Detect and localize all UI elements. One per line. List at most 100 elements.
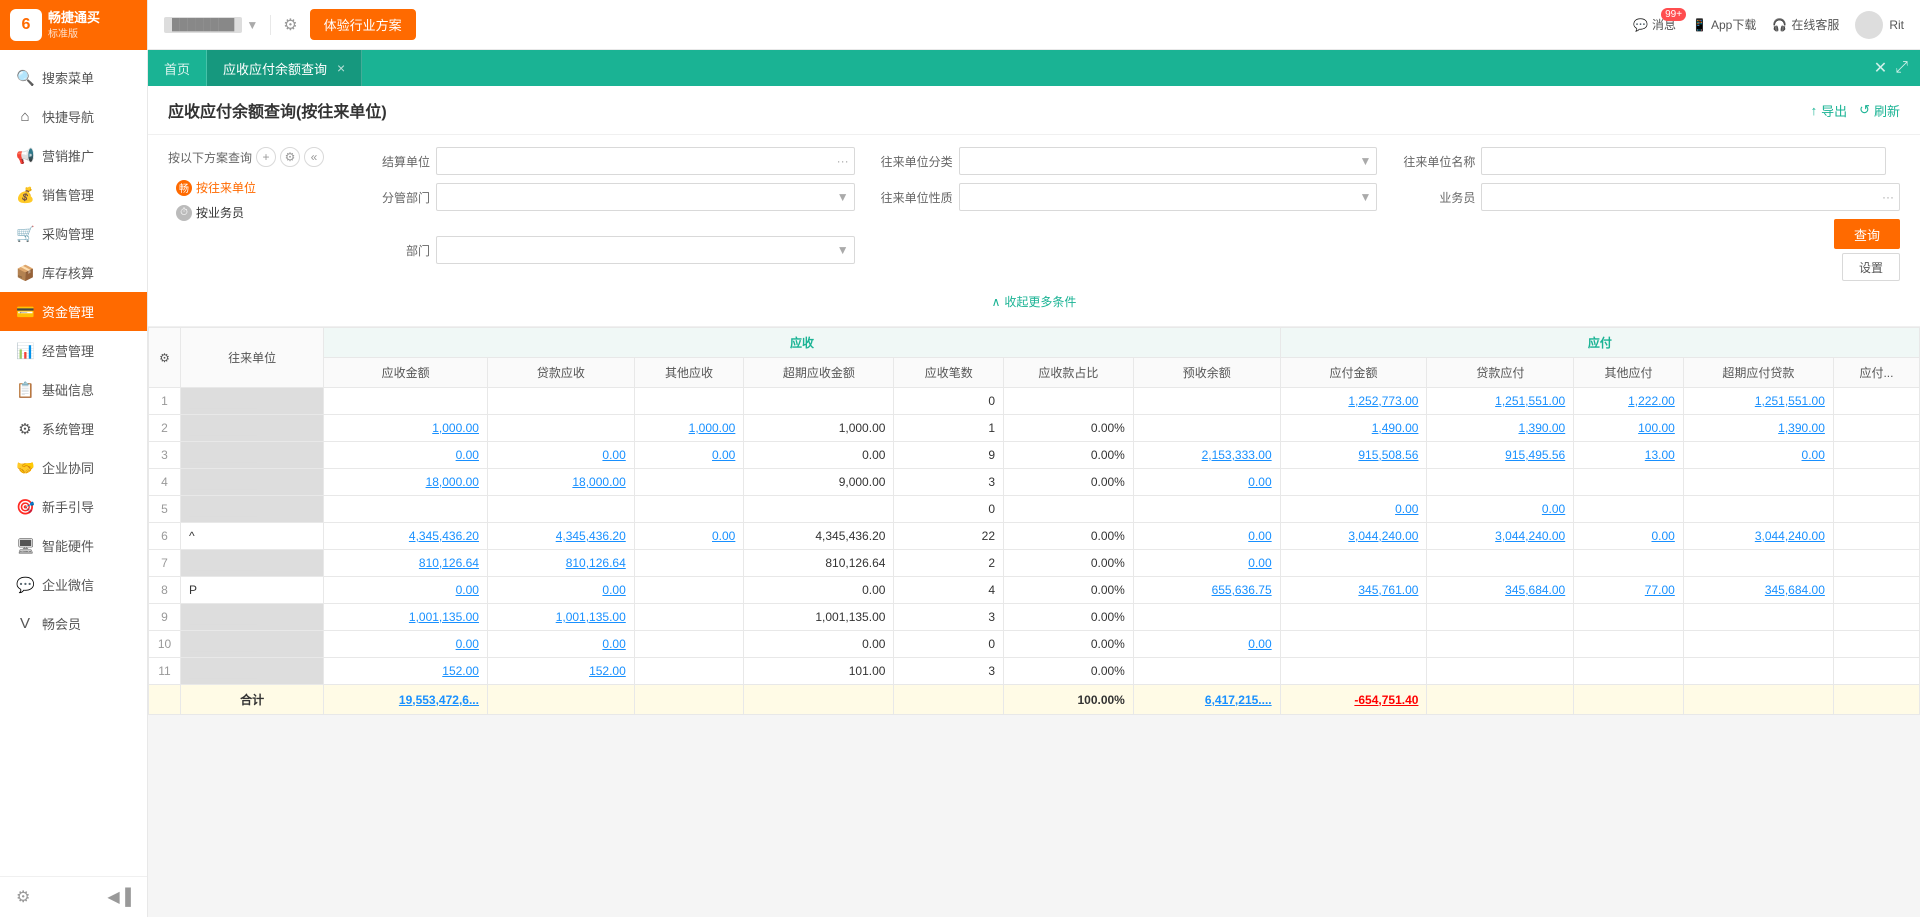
footer-ar-loan (487, 685, 634, 715)
tab-home[interactable]: 首页 (148, 50, 207, 86)
sidebar-item-collab[interactable]: 🤝 企业协同 (0, 448, 147, 487)
unit-category-arrow[interactable]: ▼ (1359, 154, 1371, 168)
footer-ar-ratio: 100.00% (1004, 685, 1134, 715)
collapse-area: ∧ 收起更多条件 (168, 289, 1900, 314)
topbar-divider (270, 15, 271, 35)
sidebar-label-member: 畅会员 (42, 614, 81, 633)
row-num-3: 3 (149, 442, 181, 469)
main-content: 应收应付余额查询(按往来单位) ↑ 导出 ↺ 刷新 按以下方案查询 (148, 86, 1920, 917)
unit-category-input[interactable] (959, 147, 1378, 175)
sidebar: 6 畅捷通买 标准版 🔍 搜索菜单 ⌂ 快捷导航 📢 营销推广 💰 销售管理 🛒… (0, 0, 148, 917)
dept-arrow[interactable]: ▼ (837, 190, 849, 204)
settlement-unit-input[interactable] (436, 147, 855, 175)
table-row: 7████████810,126.64810,126.64810,126.642… (149, 550, 1920, 577)
user-area[interactable]: Rit (1855, 11, 1904, 39)
message-button[interactable]: 💬 消息 99+ (1633, 16, 1676, 33)
filter-dept: 分管部门 ▼ (340, 183, 855, 211)
page-header: 应收应付余额查询(按往来单位) ↑ 导出 ↺ 刷新 (148, 86, 1920, 135)
sidebar-item-wechat[interactable]: 💬 企业微信 (0, 565, 147, 604)
sidebar-item-hardware[interactable]: 🖥 智能硬件 (0, 526, 147, 565)
row-num-2: 2 (149, 415, 181, 442)
window-close-icon[interactable]: ✕ (1874, 58, 1887, 78)
app-icon: 📱 (1692, 18, 1707, 32)
sidebar-item-finance[interactable]: 💳 资金管理 (0, 292, 147, 331)
page-container: 应收应付余额查询(按往来单位) ↑ 导出 ↺ 刷新 按以下方案查询 (148, 86, 1920, 715)
row-num-6: 6 (149, 523, 181, 550)
col-setting-header[interactable]: ⚙ (149, 328, 181, 388)
settings-button[interactable]: 设置 (1842, 253, 1900, 281)
sidebar-item-inventory[interactable]: 📦 库存核算 (0, 253, 147, 292)
company-selector[interactable]: ████████ ▼ (164, 17, 258, 33)
footer-ar-overdue (744, 685, 894, 715)
sidebar-item-quicknav[interactable]: ⌂ 快捷导航 (0, 97, 147, 136)
settlement-unit-dots[interactable]: ··· (837, 154, 849, 168)
service-button[interactable]: 🎧 在线客服 (1772, 16, 1839, 33)
system-icon: ⚙ (16, 420, 34, 438)
col-ar-count: 应收笔数 (894, 358, 1004, 388)
page-actions: ↑ 导出 ↺ 刷新 (1811, 101, 1900, 120)
filter-salesman: 业务员 ··· (1385, 183, 1900, 211)
sidebar-footer: ⚙ ◀▐ (0, 876, 147, 917)
scheme-label: 按以下方案查询 (168, 149, 252, 166)
salesman-dots[interactable]: ··· (1882, 190, 1894, 204)
sidebar-item-guide[interactable]: 🎯 新手引导 (0, 487, 147, 526)
company-dropdown-icon[interactable]: ▼ (246, 18, 258, 32)
tabbar-controls: ✕ ⤢ (1874, 58, 1920, 78)
salesman-input[interactable] (1481, 183, 1900, 211)
sidebar-collapse-icon[interactable]: ◀▐ (107, 887, 131, 907)
edit-scheme-btn[interactable]: ⚙ (280, 147, 300, 167)
collapse-scheme-btn[interactable]: « (304, 147, 324, 167)
guide-icon: 🎯 (16, 498, 34, 516)
salesman-label: 业务员 (1385, 189, 1475, 206)
sidebar-item-system[interactable]: ⚙ 系统管理 (0, 409, 147, 448)
row-num-4: 4 (149, 469, 181, 496)
dept-input[interactable] (436, 183, 855, 211)
scheme-by-salesman[interactable]: ⏱ 按业务员 (168, 200, 328, 225)
collapse-button[interactable]: ∧ 收起更多条件 (980, 289, 1089, 314)
dept-label: 分管部门 (340, 189, 430, 206)
username: Rit (1889, 18, 1904, 32)
sidebar-label-inventory: 库存核算 (42, 263, 94, 282)
unit-nature-input[interactable] (959, 183, 1378, 211)
table-row: 10████████0.000.000.0000.00%0.00 (149, 631, 1920, 658)
sidebar-item-member[interactable]: V 畅会员 (0, 604, 147, 643)
collab-icon: 🤝 (16, 459, 34, 477)
export-button[interactable]: ↑ 导出 (1811, 101, 1848, 120)
sidebar-settings-icon[interactable]: ⚙ (16, 887, 30, 907)
section-dept-input[interactable] (436, 236, 855, 264)
app-download-button[interactable]: 📱 App下载 (1692, 16, 1756, 33)
unit-name-label: 往来单位名称 (1385, 153, 1475, 170)
footer-ap-amount[interactable]: -654,751.40 (1280, 685, 1427, 715)
col-ar-overdue: 超期应收金额 (744, 358, 894, 388)
unit-nature-arrow[interactable]: ▼ (1359, 190, 1371, 204)
sidebar-label-quicknav: 快捷导航 (42, 107, 94, 126)
col-ap-overdue: 超期应付贷款 (1683, 358, 1833, 388)
unit-name-input[interactable] (1481, 147, 1886, 175)
refresh-button[interactable]: ↺ 刷新 (1859, 101, 1900, 120)
sidebar-item-sales[interactable]: 💰 销售管理 (0, 175, 147, 214)
marketing-icon: 📢 (16, 147, 34, 165)
purchase-icon: 🛒 (16, 225, 34, 243)
sidebar-item-basic[interactable]: 📋 基础信息 (0, 370, 147, 409)
sidebar-item-purchase[interactable]: 🛒 采购管理 (0, 214, 147, 253)
add-scheme-btn[interactable]: + (256, 147, 276, 167)
tab-arquery[interactable]: 应收应付余额查询 × (207, 50, 362, 86)
sidebar-item-search[interactable]: 🔍 搜索菜单 (0, 58, 147, 97)
col-unit-header: 往来单位 (181, 328, 324, 388)
gear-icon[interactable]: ⚙ (283, 15, 297, 35)
promo-button[interactable]: 体验行业方案 (310, 9, 416, 40)
sidebar-item-business[interactable]: 📊 经营管理 (0, 331, 147, 370)
sidebar-label-purchase: 采购管理 (42, 224, 94, 243)
window-expand-icon[interactable]: ⤢ (1895, 59, 1908, 77)
sidebar-item-marketing[interactable]: 📢 营销推广 (0, 136, 147, 175)
table-row: 4████████18,000.0018,000.009,000.0030.00… (149, 469, 1920, 496)
unit-category-label: 往来单位分类 (863, 153, 953, 170)
query-button[interactable]: 查询 (1834, 219, 1900, 249)
footer-ar-amount[interactable]: 19,553,472,6... (324, 685, 488, 715)
tab-close-icon[interactable]: × (337, 60, 345, 76)
section-dept-arrow[interactable]: ▼ (837, 243, 849, 257)
footer-row: 合计 19,553,472,6... 100.00% 6,417,215....… (149, 685, 1920, 715)
scheme-by-unit[interactable]: 畅 按往来单位 (168, 175, 328, 200)
footer-prepay[interactable]: 6,417,215.... (1133, 685, 1280, 715)
scheme-unit-icon: 畅 (176, 180, 192, 196)
